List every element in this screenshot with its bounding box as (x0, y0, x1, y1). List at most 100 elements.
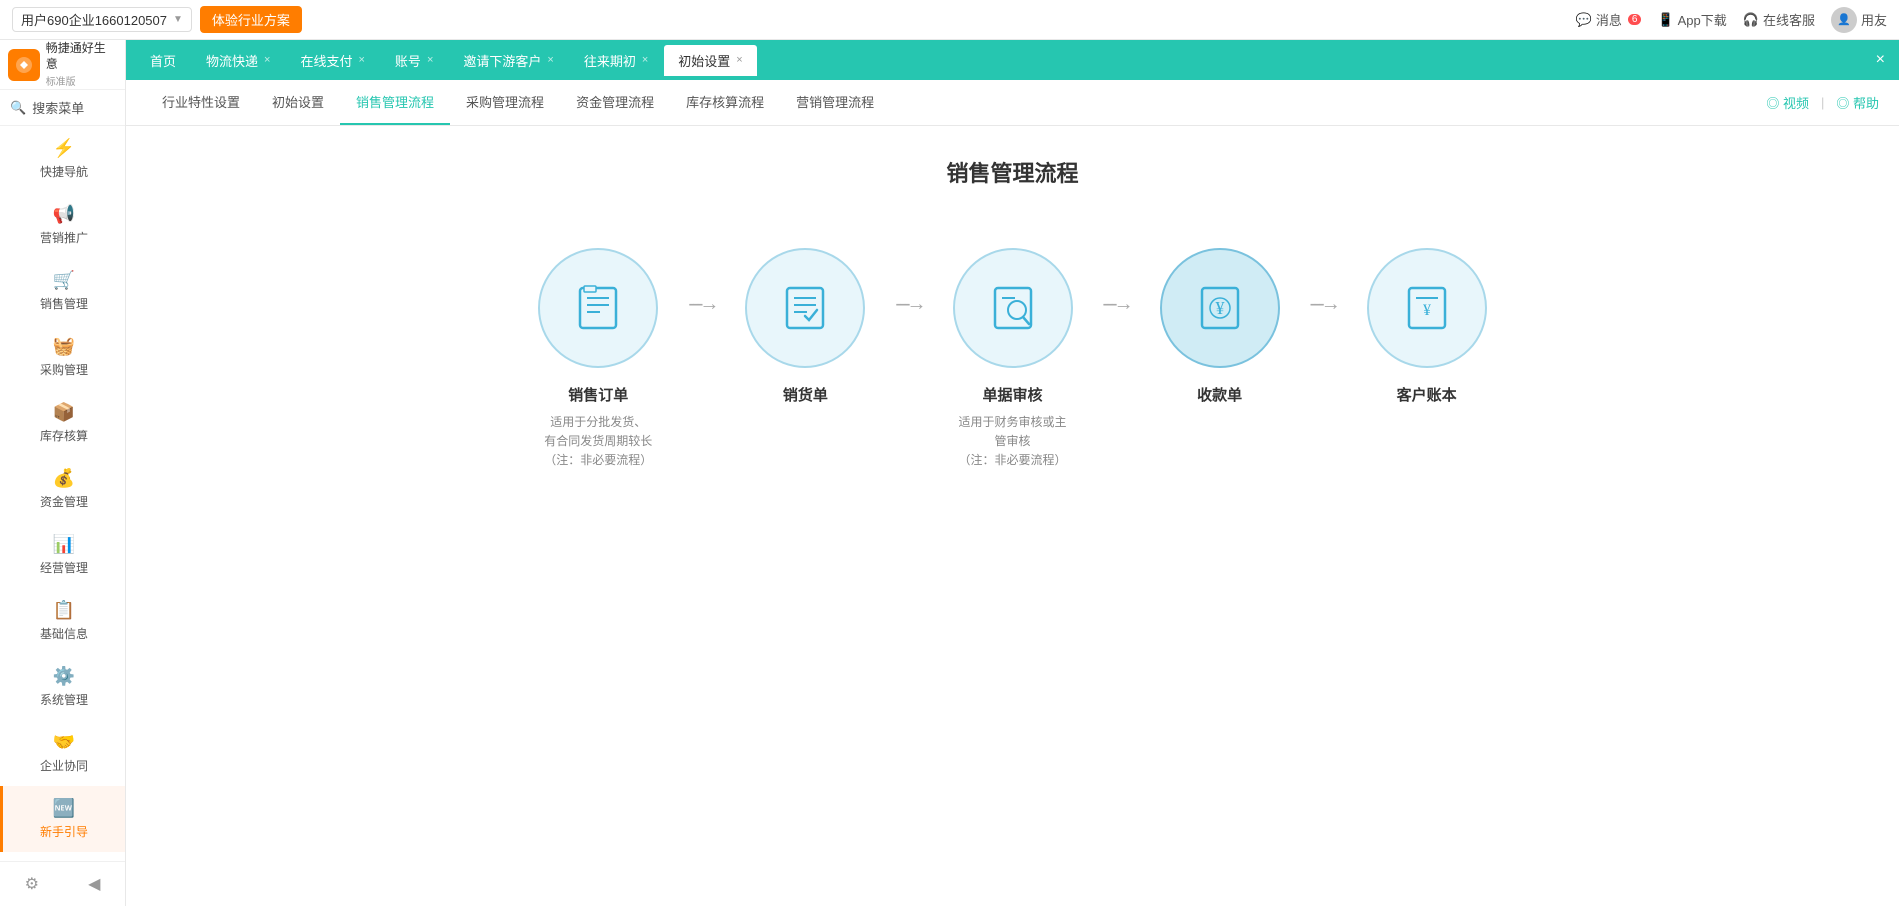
user-selector-label: 用户690企业1660120507 (21, 10, 167, 29)
audit-circle (953, 248, 1073, 368)
sales-order-desc: 适用于分批发货、有合同发货周期较长（注：非必要流程） (544, 413, 652, 471)
flow-node-receipt[interactable]: ¥ 收款单 (1130, 248, 1310, 413)
logo-tag: 标准版 (46, 73, 117, 88)
sales-invoice-label: 销货单 (783, 384, 828, 405)
video-link[interactable]: ◎ 视频 (1766, 93, 1809, 112)
audit-desc: 适用于财务审核或主管审核（注：非必要流程） (958, 413, 1066, 471)
sales-order-label: 销售订单 (568, 384, 628, 405)
logo-icon (8, 49, 40, 81)
user-profile-button[interactable]: 👤 用友 (1831, 7, 1887, 33)
sidebar-search-button[interactable]: 🔍 搜索菜单 (0, 90, 125, 126)
sidebar-item-guide[interactable]: 🆕 新手引导 (0, 786, 125, 852)
sidebar-item-basic[interactable]: 📋 基础信息 (0, 588, 125, 654)
account-label: 客户账本 (1397, 384, 1457, 405)
subtab-industry[interactable]: 行业特性设置 (146, 80, 256, 125)
tab-account[interactable]: 账号 × (381, 45, 447, 76)
tab-close-logistics[interactable]: × (264, 54, 270, 66)
subtab-sales-flow[interactable]: 销售管理流程 (340, 80, 450, 125)
receipt-circle: ¥ (1160, 248, 1280, 368)
sub-tabs: 行业特性设置 初始设置 销售管理流程 采购管理流程 资金管理流程 (126, 80, 1899, 126)
tab-close-account[interactable]: × (427, 54, 433, 66)
headset-icon: 🎧 (1743, 12, 1759, 28)
inventory-icon: 📦 (53, 402, 75, 423)
subtab-inventory-flow[interactable]: 库存核算流程 (670, 80, 780, 125)
help-link[interactable]: ◎ 帮助 (1836, 93, 1879, 112)
message-icon: 💬 (1576, 12, 1592, 28)
sidebar-item-inventory[interactable]: 📦 库存核算 (0, 390, 125, 456)
messages-button[interactable]: 💬 消息 6 (1576, 10, 1642, 29)
operation-icon: 📊 (53, 534, 75, 555)
tab-invite[interactable]: 邀请下游客户 × (449, 45, 567, 76)
collab-icon: 🤝 (53, 732, 75, 753)
sidebar-item-operation[interactable]: 📊 经营管理 (0, 522, 125, 588)
content-area: 行业特性设置 初始设置 销售管理流程 采购管理流程 资金管理流程 (126, 80, 1899, 906)
system-icon: ⚙️ (53, 666, 75, 687)
marketing-icon: 📢 (53, 204, 75, 225)
flow-node-account[interactable]: ¥ 客户账本 (1337, 248, 1517, 413)
tab-initial-setup[interactable]: 初始设置 × (664, 45, 756, 76)
logo-text: 畅捷通好生意 (46, 41, 117, 72)
tab-payment[interactable]: 在线支付 × (286, 45, 378, 76)
online-service-button[interactable]: 🎧 在线客服 (1743, 10, 1815, 29)
tab-period[interactable]: 往来期初 × (570, 45, 662, 76)
sidebar-bottom: ⚙ ◀ (0, 861, 125, 906)
tab-close-invite[interactable]: × (547, 54, 553, 66)
main-area: 畅捷通好生意 标准版 🔍 搜索菜单 ⚡ 快捷导航 📢 营销推广 (0, 40, 1899, 906)
sales-invoice-circle (745, 248, 865, 368)
svg-text:¥: ¥ (1423, 302, 1431, 319)
sidebar-item-appstore[interactable]: 🔲 应用中心 (0, 852, 125, 861)
top-bar-right: 💬 消息 6 📱 App下载 🎧 在线客服 👤 用友 (1576, 7, 1887, 33)
sales-order-circle (538, 248, 658, 368)
arrow-4: - - -→ (1310, 248, 1337, 316)
receipt-label: 收款单 (1197, 384, 1242, 405)
sales-icon: 🛒 (53, 270, 75, 291)
trial-button[interactable]: 体验行业方案 (200, 6, 302, 33)
user-selector[interactable]: 用户690企业1660120507 ▼ (12, 7, 192, 32)
sidebar-item-marketing[interactable]: 📢 营销推广 (0, 192, 125, 258)
subtab-finance-flow[interactable]: 资金管理流程 (560, 80, 670, 125)
arrow-3: - - -→ (1103, 248, 1130, 316)
settings-bottom-button[interactable]: ⚙ (17, 870, 47, 898)
nav-tabs: 首页 物流快递 × 在线支付 × 账号 × 邀请下游客户 × (126, 40, 1899, 80)
account-circle: ¥ (1367, 248, 1487, 368)
tab-close-initial[interactable]: × (736, 54, 742, 66)
audit-label: 单据审核 (982, 384, 1042, 405)
flow-chart: 销售订单 适用于分批发货、有合同发货周期较长（注：非必要流程） - - -→ (166, 248, 1859, 471)
top-bar-left: 用户690企业1660120507 ▼ 体验行业方案 (12, 6, 302, 33)
page-body: 销售管理流程 (126, 126, 1899, 906)
flow-node-sales-order[interactable]: 销售订单 适用于分批发货、有合同发货周期较长（注：非必要流程） (508, 248, 688, 471)
quick-nav-icon: ⚡ (53, 138, 75, 159)
finance-icon: 💰 (53, 468, 75, 489)
app-download-button[interactable]: 📱 App下载 (1657, 10, 1726, 29)
flow-node-audit[interactable]: 单据审核 适用于财务审核或主管审核（注：非必要流程） (923, 248, 1103, 471)
page-title: 销售管理流程 (166, 156, 1859, 188)
sidebar-item-sales[interactable]: 🛒 销售管理 (0, 258, 125, 324)
sidebar-item-system[interactable]: ⚙️ 系统管理 (0, 654, 125, 720)
tab-close-payment[interactable]: × (358, 54, 364, 66)
basic-icon: 📋 (53, 600, 75, 621)
search-icon: 🔍 (10, 100, 26, 116)
chevron-down-icon: ▼ (173, 14, 183, 25)
subtab-initial[interactable]: 初始设置 (256, 80, 340, 125)
flow-node-sales-invoice[interactable]: 销货单 (715, 248, 895, 413)
arrow-1: - - -→ (688, 248, 715, 316)
collapse-sidebar-button[interactable]: ◀ (80, 870, 108, 898)
sidebar-item-collab[interactable]: 🤝 企业协同 (0, 720, 125, 786)
message-badge: 6 (1628, 14, 1642, 25)
tab-close-period[interactable]: × (642, 54, 648, 66)
subtab-purchase-flow[interactable]: 采购管理流程 (450, 80, 560, 125)
sidebar-item-purchase[interactable]: 🧺 采购管理 (0, 324, 125, 390)
sidebar-logo: 畅捷通好生意 标准版 (0, 40, 125, 90)
sidebar-item-quick[interactable]: ⚡ 快捷导航 (0, 126, 125, 192)
subtab-marketing-flow[interactable]: 营销管理流程 (780, 80, 890, 125)
close-all-tabs-button[interactable]: × (1872, 47, 1889, 73)
sub-tabs-right: ◎ 视频 | ◎ 帮助 (1766, 93, 1879, 112)
tab-logistics[interactable]: 物流快递 × (192, 45, 284, 76)
right-content: 首页 物流快递 × 在线支付 × 账号 × 邀请下游客户 × (126, 40, 1899, 906)
arrow-2: - - -→ (895, 248, 922, 316)
guide-icon: 🆕 (53, 798, 75, 819)
download-icon: 📱 (1657, 12, 1673, 28)
tab-home[interactable]: 首页 (136, 45, 190, 76)
sidebar-item-finance[interactable]: 💰 资金管理 (0, 456, 125, 522)
svg-text:¥: ¥ (1215, 298, 1224, 318)
